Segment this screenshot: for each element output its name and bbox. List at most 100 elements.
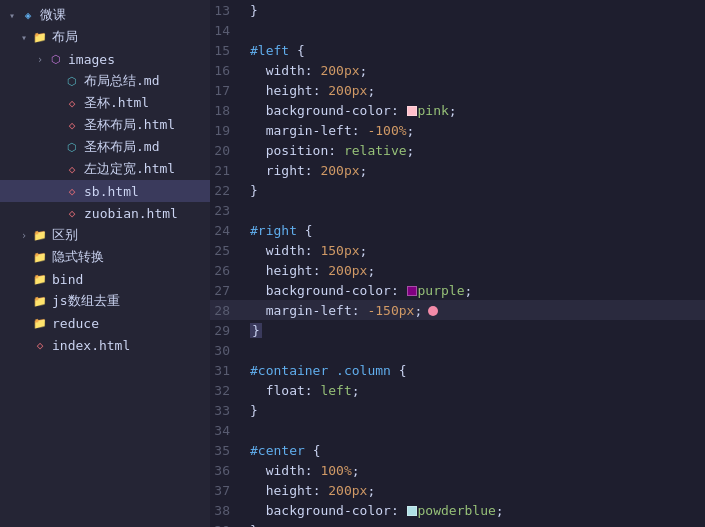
file-explorer: ▾ ◈ 微课 ▾ 📁 布局 › ⬡ images ⬡ 布局总结.md ◇ 圣杯.… [0,0,210,527]
line-content: right: 200px; [246,163,705,178]
line-number: 23 [210,203,246,218]
code-line-16: 16 width: 200px; [210,60,705,80]
code-line-35: 35 #center { [210,440,705,460]
line-content: margin-left: -100%; [246,123,705,138]
sidebar-item-label: 左边定宽.html [84,160,175,178]
line-number: 19 [210,123,246,138]
line-number: 29 [210,323,246,338]
code-line-38: 38 background-color: powderblue; [210,500,705,520]
html-icon: ◇ [64,97,80,110]
html-icon: ◇ [64,207,80,220]
chevron-icon: › [32,54,48,65]
line-number: 22 [210,183,246,198]
code-line-26: 26 height: 200px; [210,260,705,280]
sidebar-item-label: 圣杯布局.html [84,116,175,134]
sidebar-item-jszuhe[interactable]: 📁 js数组去重 [0,290,210,312]
code-line-25: 25 width: 150px; [210,240,705,260]
line-content: float: left; [246,383,705,398]
sidebar-item-buju[interactable]: ▾ 📁 布局 [0,26,210,48]
sidebar-item-reduce[interactable]: 📁 reduce [0,312,210,334]
sidebar-item-index[interactable]: ◇ index.html [0,334,210,356]
line-number: 35 [210,443,246,458]
line-number: 31 [210,363,246,378]
line-content: width: 200px; [246,63,705,78]
sidebar-item-bind[interactable]: 📁 bind [0,268,210,290]
folder-icon: 📁 [32,317,48,330]
line-content: position: relative; [246,143,705,158]
sidebar-item-sb[interactable]: ◇ sb.html [0,180,210,202]
line-content: height: 200px; [246,483,705,498]
line-number: 39 [210,523,246,528]
sidebar-item-shengbeimd[interactable]: ⬡ 圣杯布局.md [0,136,210,158]
code-line-30: 30 [210,340,705,360]
line-number: 15 [210,43,246,58]
code-line-24: 24 #right { [210,220,705,240]
sidebar-item-shengbeibuju[interactable]: ◇ 圣杯布局.html [0,114,210,136]
line-content: width: 150px; [246,243,705,258]
line-number: 28 [210,303,246,318]
code-line-39: 39 } [210,520,705,527]
sidebar-item-label: 布局总结.md [84,72,159,90]
line-content: #right { [246,223,705,238]
line-content: background-color: powderblue; [246,503,705,518]
line-content: } [246,403,705,418]
code-line-18: 18 background-color: pink; [210,100,705,120]
folder-icon: 📁 [32,229,48,242]
md-icon: ⬡ [64,141,80,154]
code-line-23: 23 [210,200,705,220]
sidebar-item-zuobianding[interactable]: ◇ 左边定宽.html [0,158,210,180]
sidebar-item-images[interactable]: › ⬡ images [0,48,210,70]
sidebar-item-label: bind [52,272,83,287]
line-content: height: 200px; [246,83,705,98]
sidebar-item-shengbei[interactable]: ◇ 圣杯.html [0,92,210,114]
sidebar-item-label: 圣杯.html [84,94,149,112]
sidebar-item-bujuzj[interactable]: ⬡ 布局总结.md [0,70,210,92]
folder-icon: 📁 [32,295,48,308]
code-line-14: 14 [210,20,705,40]
code-line-32: 32 float: left; [210,380,705,400]
line-number: 36 [210,463,246,478]
code-editor[interactable]: 13 } 14 15 #left { 16 width: 200px; 17 h… [210,0,705,527]
code-line-28: 28 margin-left: -150px; [210,300,705,320]
folder-icon: ⬡ [48,53,64,66]
code-line-37: 37 height: 200px; [210,480,705,500]
sidebar-item-qubie[interactable]: › 📁 区别 [0,224,210,246]
code-line-36: 36 width: 100%; [210,460,705,480]
line-content: background-color: purple; [246,283,705,298]
sidebar-item-yinshi[interactable]: 📁 隐式转换 [0,246,210,268]
code-line-17: 17 height: 200px; [210,80,705,100]
line-number: 38 [210,503,246,518]
line-number: 25 [210,243,246,258]
folder-icon: 📁 [32,273,48,286]
line-content: } [246,183,705,198]
sidebar-item-label: reduce [52,316,99,331]
line-number: 21 [210,163,246,178]
line-content: } [246,323,705,338]
html-icon: ◇ [64,185,80,198]
line-content: height: 200px; [246,263,705,278]
sidebar-item-label: 隐式转换 [52,248,104,266]
code-line-21: 21 right: 200px; [210,160,705,180]
sidebar-item-weike[interactable]: ▾ ◈ 微课 [0,4,210,26]
line-number: 24 [210,223,246,238]
code-line-31: 31 #container .column { [210,360,705,380]
code-line-33: 33 } [210,400,705,420]
line-number: 33 [210,403,246,418]
folder-icon: 📁 [32,31,48,44]
folder-icon: ◈ [20,9,36,22]
code-line-15: 15 #left { [210,40,705,60]
line-number: 14 [210,23,246,38]
line-number: 16 [210,63,246,78]
line-content: } [246,3,705,18]
code-line-20: 20 position: relative; [210,140,705,160]
line-number: 26 [210,263,246,278]
line-content: #center { [246,443,705,458]
line-content: background-color: pink; [246,103,705,118]
sidebar-item-label: js数组去重 [52,292,120,310]
sidebar-item-zuobian[interactable]: ◇ zuobian.html [0,202,210,224]
line-number: 17 [210,83,246,98]
code-content: 13 } 14 15 #left { 16 width: 200px; 17 h… [210,0,705,527]
line-number: 32 [210,383,246,398]
code-line-22: 22 } [210,180,705,200]
line-number: 37 [210,483,246,498]
